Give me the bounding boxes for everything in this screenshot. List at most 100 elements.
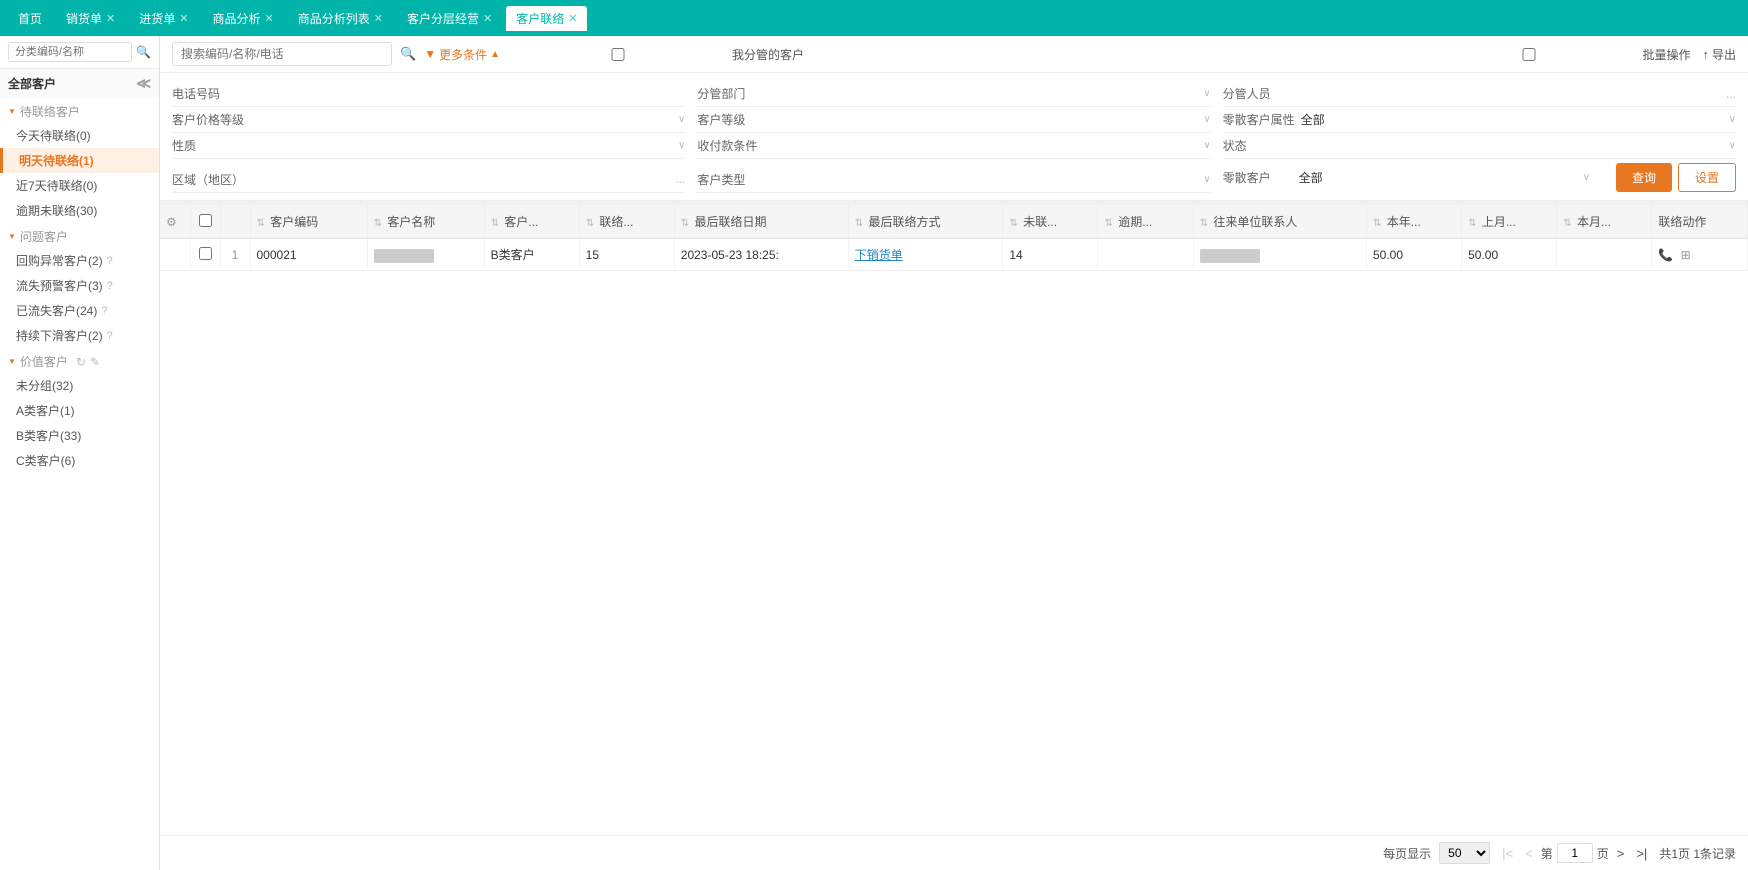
row-action-more-icon[interactable]: ⊞ [1681, 248, 1691, 262]
filter-manager-select[interactable]: ... [1299, 87, 1736, 101]
settings-gear-icon[interactable]: ⚙ [166, 215, 177, 229]
sidebar-group-pending[interactable]: ▼ 待联络客户 [0, 98, 159, 123]
col-customer-name-sort[interactable]: ⇅ [374, 218, 382, 229]
batch-op-checkbox[interactable] [1419, 48, 1639, 61]
value-refresh-icon[interactable]: ↻ [76, 355, 86, 369]
filter-region-dots[interactable]: ... [675, 172, 685, 186]
col-contact-sort[interactable]: ⇅ [586, 218, 594, 229]
next-page-btn[interactable]: > [1613, 844, 1629, 863]
row-last-contact-method-value[interactable]: 下销货单 [855, 248, 903, 262]
sidebar-item-class-a-label: A类客户(1) [16, 402, 75, 419]
sidebar-item-repurchase-abnormal[interactable]: 回购异常客户(2) ? [0, 248, 159, 273]
nav-customer-contact[interactable]: 客户联络 ✕ [506, 6, 587, 31]
value-edit-icon[interactable]: ✎ [90, 355, 100, 369]
filter-retail: 零散客户 全部 ∨ 查询 设置 [1223, 159, 1736, 200]
nav-product-analysis-list[interactable]: 商品分析列表 ✕ [288, 6, 393, 31]
sidebar-item-class-b-label: B类客户(33) [16, 427, 81, 444]
nav-product-analysis-close[interactable]: ✕ [265, 12, 274, 25]
filter-nature-select[interactable]: ∨ [248, 140, 685, 151]
query-btn[interactable]: 查询 [1616, 163, 1672, 192]
nav-home[interactable]: 首页 [8, 6, 52, 31]
sidebar-item-class-c[interactable]: C类客户(6) [0, 448, 159, 473]
nav-customer-stratification-close[interactable]: ✕ [483, 12, 492, 25]
row-unit-contact [1193, 239, 1366, 271]
filter-customer-level-arrow: ∨ [1203, 114, 1210, 125]
churned-help-icon[interactable]: ? [101, 305, 107, 317]
nav-sales-close[interactable]: ✕ [106, 12, 115, 25]
col-this-month-sort[interactable]: ⇅ [1563, 218, 1571, 229]
nav-purchase-close[interactable]: ✕ [179, 12, 188, 25]
nav-customer-contact-close[interactable]: ✕ [568, 12, 577, 25]
col-unit-contact-sort[interactable]: ⇅ [1200, 218, 1208, 229]
main-search-icon[interactable]: 🔍 [400, 46, 416, 62]
sidebar-item-7days-label: 近7天待联络(0) [16, 177, 97, 194]
filter-customer-level-select[interactable]: ∨ [773, 114, 1210, 125]
sidebar-all-customers[interactable]: 全部客户 ≪ [0, 69, 159, 98]
col-last-month-sort[interactable]: ⇅ [1468, 218, 1476, 229]
first-page-btn[interactable]: |< [1498, 844, 1517, 863]
filter-retail-select[interactable]: 全部 ∨ [1299, 169, 1590, 186]
sidebar-group-value[interactable]: ▼ 价值客户 ↻ ✎ [0, 348, 159, 373]
page-input[interactable] [1557, 843, 1593, 863]
filter-status-select[interactable]: ∨ [1299, 140, 1736, 151]
filter-customer-type: 客户类型 ∨ [697, 167, 1210, 193]
col-last-contact-method-sort[interactable]: ⇅ [855, 218, 863, 229]
sidebar-search-input[interactable] [8, 42, 132, 62]
churn-warning-help-icon[interactable]: ? [107, 280, 113, 292]
sidebar-group-problem[interactable]: ▼ 问题客户 [0, 223, 159, 248]
filter-manager-dots[interactable]: ... [1726, 87, 1736, 101]
nav-sales[interactable]: 销货单 ✕ [56, 6, 125, 31]
sidebar-search-icon[interactable]: 🔍 [136, 45, 151, 59]
per-page-label: 每页显示 [1383, 845, 1431, 862]
settings-btn[interactable]: 设置 [1678, 163, 1736, 192]
sidebar-item-tomorrow[interactable]: 明天待联络(1) [0, 148, 159, 173]
col-customer-type-sort[interactable]: ⇅ [491, 218, 499, 229]
filter-dept-select[interactable]: ∨ [773, 88, 1210, 99]
filter-customer-type-select[interactable]: ∨ [773, 174, 1210, 185]
main-search-input[interactable] [172, 42, 392, 66]
sidebar-item-today[interactable]: 今天待联络(0) [0, 123, 159, 148]
batch-op-label: 批量操作 [1642, 46, 1690, 63]
row-checkbox[interactable] [199, 247, 212, 260]
filter-region-select[interactable]: ... [250, 172, 685, 186]
col-overdue-sort[interactable]: ⇅ [1104, 218, 1112, 229]
sidebar-item-churned[interactable]: 已流失客户(24) ? [0, 298, 159, 323]
sidebar-item-overdue[interactable]: 逾期未联络(30) [0, 198, 159, 223]
filter-retail-attr-select[interactable]: 全部 ∨ [1301, 111, 1736, 128]
row-action-phone-icon[interactable]: 📞 [1658, 248, 1673, 262]
sidebar-item-declining[interactable]: 持续下滑客户(2) ? [0, 323, 159, 348]
sidebar-item-7days[interactable]: 近7天待联络(0) [0, 173, 159, 198]
nav-purchase[interactable]: 进货单 ✕ [129, 6, 198, 31]
filter-price-level-select[interactable]: ∨ [250, 114, 685, 125]
row-customer-name-blurred [374, 249, 434, 263]
col-last-contact-date-sort[interactable]: ⇅ [681, 218, 689, 229]
nav-customer-stratification[interactable]: 客户分层经营 ✕ [397, 6, 502, 31]
filter-phone-input[interactable] [248, 87, 685, 101]
filter-payment-select[interactable]: ∨ [773, 140, 1210, 151]
export-btn[interactable]: ↑ 导出 [1702, 46, 1736, 63]
col-this-year-sort[interactable]: ⇅ [1373, 218, 1381, 229]
sidebar-item-class-a[interactable]: A类客户(1) [0, 398, 159, 423]
filter-retail-arrow: ∨ [1583, 172, 1590, 183]
col-not-contacted-sort[interactable]: ⇅ [1009, 218, 1017, 229]
sidebar-item-class-b[interactable]: B类客户(33) [0, 423, 159, 448]
row-contact-count: 15 [579, 239, 674, 271]
select-all-checkbox[interactable] [199, 214, 212, 227]
per-page-select[interactable]: 50 100 200 [1439, 842, 1490, 864]
last-page-btn[interactable]: >| [1632, 844, 1651, 863]
col-customer-code-sort[interactable]: ⇅ [257, 218, 265, 229]
nav-product-analysis-list-close[interactable]: ✕ [374, 12, 383, 25]
filter-retail-value: 全部 [1299, 169, 1323, 186]
filter-dept-label: 分管部门 [697, 85, 767, 102]
prev-page-btn[interactable]: < [1521, 844, 1537, 863]
repurchase-help-icon[interactable]: ? [107, 255, 113, 267]
declining-help-icon[interactable]: ? [107, 330, 113, 342]
sidebar-item-churned-label: 已流失客户(24) [16, 302, 97, 319]
filter-more-btn[interactable]: ▼ 更多条件 ▲ [424, 46, 500, 63]
sidebar-item-churn-warning[interactable]: 流失预警客户(3) ? [0, 273, 159, 298]
my-customers-checkbox[interactable] [508, 48, 728, 61]
nav-product-analysis[interactable]: 商品分析 ✕ [202, 6, 283, 31]
sidebar-collapse-icon[interactable]: ≪ [136, 75, 151, 92]
batch-op-btn[interactable]: 批量操作 [1419, 46, 1690, 63]
sidebar-item-unclassified[interactable]: 未分组(32) [0, 373, 159, 398]
